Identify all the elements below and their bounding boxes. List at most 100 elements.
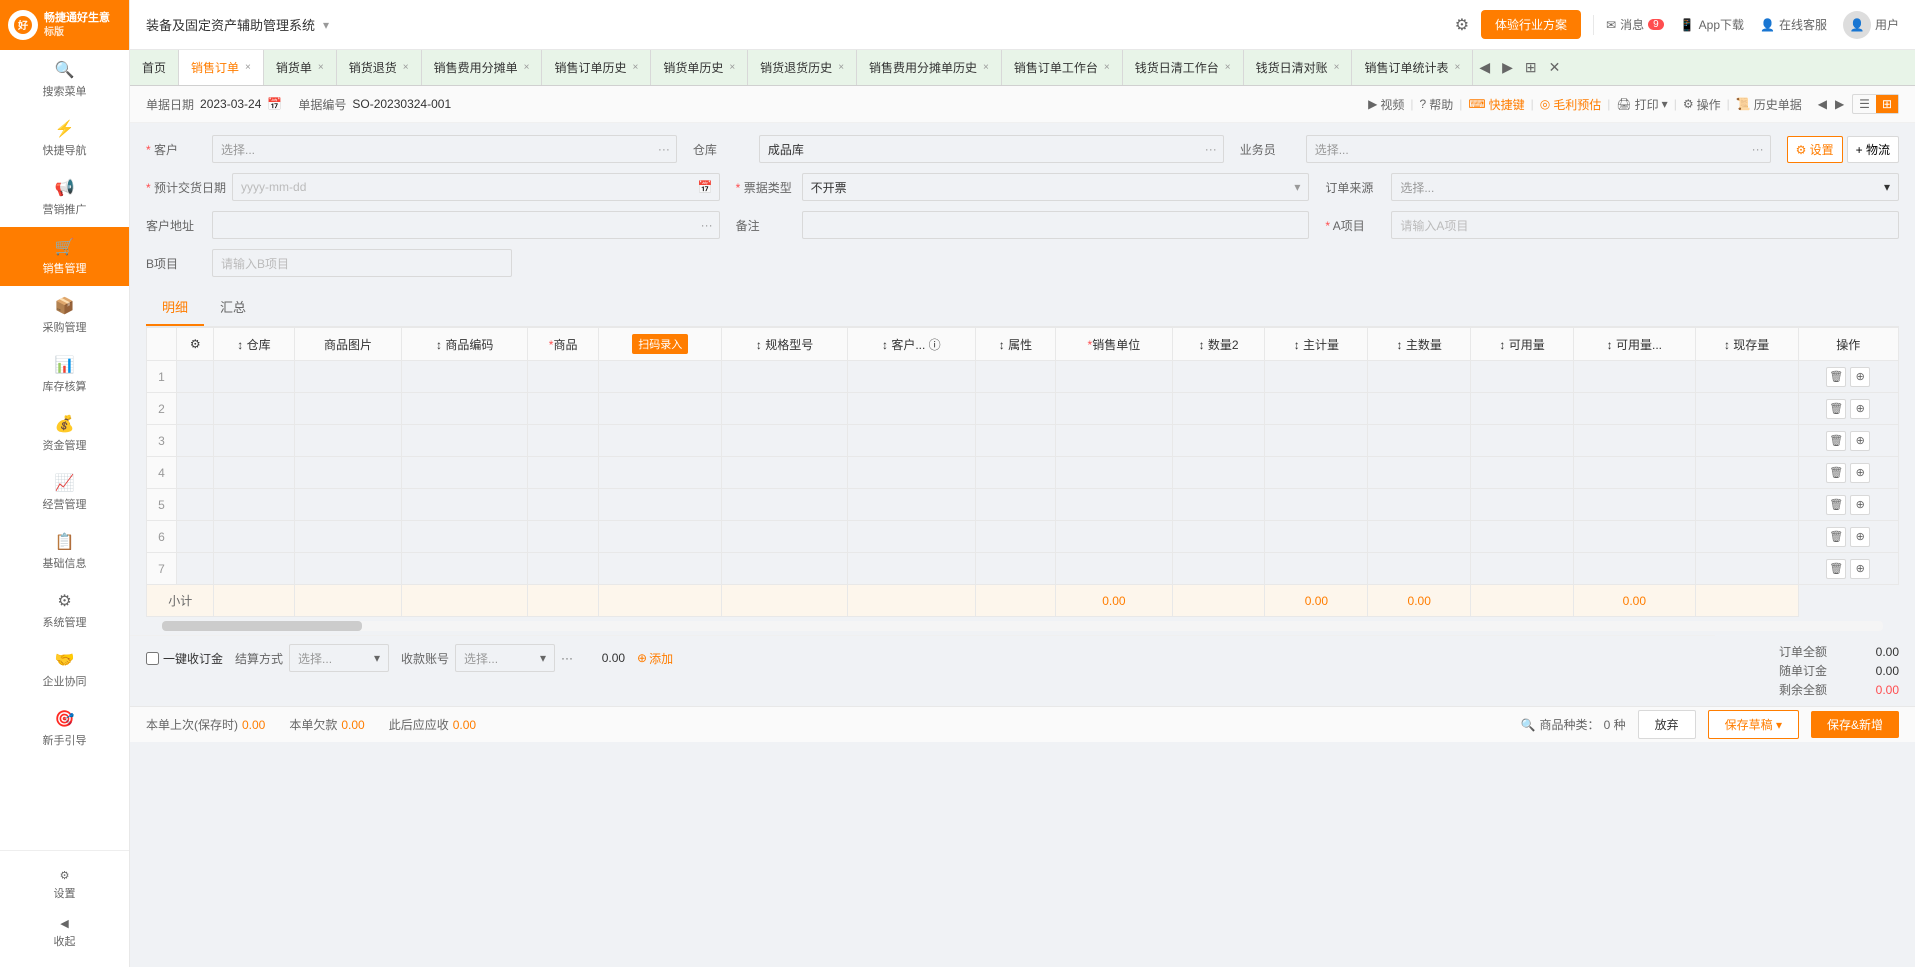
sidebar-item-2[interactable]: 📢营销推广 — [0, 168, 129, 227]
cell-5-2[interactable] — [294, 489, 402, 521]
cell-7-9[interactable] — [1056, 553, 1173, 585]
cell-1-7[interactable] — [847, 361, 975, 393]
add-button[interactable]: ⊕ 添加 — [637, 650, 673, 667]
cell-4-8[interactable] — [975, 457, 1055, 489]
cell-7-14[interactable] — [1573, 553, 1695, 585]
cell-7-3[interactable] — [402, 553, 528, 585]
cell-3-12[interactable] — [1368, 425, 1471, 457]
cell-5-12[interactable] — [1368, 489, 1471, 521]
calendar-icon[interactable]: 📅 — [267, 97, 282, 111]
tab-close-8[interactable]: × — [983, 62, 989, 73]
order-source-select[interactable]: 选择... ▾ — [1391, 173, 1899, 201]
tab-1[interactable]: 销售订单× — [179, 50, 264, 85]
save-new-button[interactable]: 保存&新增 — [1811, 711, 1899, 738]
tab-10[interactable]: 钱货日清工作台× — [1123, 50, 1244, 85]
cell-2-15[interactable] — [1695, 393, 1798, 425]
cell-5-9[interactable] — [1056, 489, 1173, 521]
user-menu-button[interactable]: 👤 用户 — [1843, 11, 1899, 39]
tab-nav-right[interactable]: ▶ — [1496, 50, 1519, 85]
cell-3-13[interactable] — [1471, 425, 1574, 457]
cell-4-11[interactable] — [1265, 457, 1368, 489]
cell-3-15[interactable] — [1695, 425, 1798, 457]
cell-6-2[interactable] — [294, 521, 402, 553]
sidebar-settings[interactable]: ⚙ 设置 — [0, 861, 129, 909]
cell-5-10[interactable] — [1172, 489, 1265, 521]
customer-input[interactable]: 选择... — [212, 135, 677, 163]
th-product[interactable]: *商品 — [527, 328, 598, 361]
tab-2[interactable]: 销货单× — [264, 50, 337, 85]
cell-4-10[interactable] — [1172, 457, 1265, 489]
sidebar-item-1[interactable]: ⚡快捷导航 — [0, 109, 129, 168]
th-scan[interactable]: 扫码录入 — [599, 328, 722, 361]
tab-close-4[interactable]: × — [524, 62, 530, 73]
tab-close-5[interactable]: × — [632, 62, 638, 73]
tab-3[interactable]: 销货退货× — [337, 50, 422, 85]
cell-5-3[interactable] — [402, 489, 528, 521]
cell-3-2[interactable] — [294, 425, 402, 457]
cell-2-5[interactable] — [599, 393, 722, 425]
tab-8[interactable]: 销售费用分摊单历史× — [857, 50, 1002, 85]
cell-6-5[interactable] — [599, 521, 722, 553]
cell-6-13[interactable] — [1471, 521, 1574, 553]
th-code[interactable]: ↕ 商品编码 — [402, 328, 528, 361]
cell-2-12[interactable] — [1368, 393, 1471, 425]
a-project-input[interactable]: 请输入A项目 — [1391, 211, 1899, 239]
date-value[interactable]: 2023-03-24 — [200, 97, 261, 111]
profit-action[interactable]: ◎ 毛利预估 — [1540, 96, 1602, 113]
cell-7-15[interactable] — [1695, 553, 1798, 585]
tab-5[interactable]: 销售订单历史× — [542, 50, 651, 85]
tab-close-6[interactable]: × — [729, 62, 735, 73]
cell-2-3[interactable] — [402, 393, 528, 425]
cell-4-3[interactable] — [402, 457, 528, 489]
cell-5-1[interactable] — [214, 489, 294, 521]
cell-5-8[interactable] — [975, 489, 1055, 521]
video-action[interactable]: ▶ 视频 — [1368, 96, 1404, 113]
copy-row-2[interactable]: ⊕ — [1850, 399, 1870, 419]
cell-5-7[interactable] — [847, 489, 975, 521]
delete-row-6[interactable]: 🗑 — [1826, 527, 1846, 547]
cell-6-1[interactable] — [214, 521, 294, 553]
cell-2-6[interactable] — [722, 393, 848, 425]
cell-7-1[interactable] — [214, 553, 294, 585]
cell-5-4[interactable] — [527, 489, 598, 521]
notes-input[interactable] — [802, 211, 1310, 239]
cell-4-9[interactable] — [1056, 457, 1173, 489]
cell-6-14[interactable] — [1573, 521, 1695, 553]
cell-3-14[interactable] — [1573, 425, 1695, 457]
copy-row-1[interactable]: ⊕ — [1850, 367, 1870, 387]
messages-button[interactable]: ✉ 消息 9 — [1606, 16, 1664, 33]
cell-7-7[interactable] — [847, 553, 975, 585]
cell-5-5[interactable] — [599, 489, 722, 521]
cell-2-14[interactable] — [1573, 393, 1695, 425]
online-support-button[interactable]: 👤 在线客服 — [1760, 16, 1827, 33]
copy-row-6[interactable]: ⊕ — [1850, 527, 1870, 547]
delivery-date-input[interactable]: yyyy-mm-dd 📅 — [232, 173, 720, 201]
cell-2-7[interactable] — [847, 393, 975, 425]
address-input[interactable] — [212, 211, 720, 239]
tab-close-12[interactable]: × — [1454, 62, 1460, 73]
cell-6-3[interactable] — [402, 521, 528, 553]
cell-1-13[interactable] — [1471, 361, 1574, 393]
cell-3-5[interactable] — [599, 425, 722, 457]
cell-1-14[interactable] — [1573, 361, 1695, 393]
tab-close-9[interactable]: × — [1104, 62, 1110, 73]
cell-7-5[interactable] — [599, 553, 722, 585]
th-main-qty[interactable]: ↕ 主数量 — [1368, 328, 1471, 361]
sidebar-collapse[interactable]: ◀ 收起 — [0, 909, 129, 957]
tab-detail[interactable]: 明细 — [146, 289, 204, 326]
tab-close-7[interactable]: × — [838, 62, 844, 73]
app-download-button[interactable]: 📱 App下载 — [1680, 16, 1744, 33]
cell-2-4[interactable] — [527, 393, 598, 425]
tab-9[interactable]: 销售订单工作台× — [1002, 50, 1123, 85]
cell-3-3[interactable] — [402, 425, 528, 457]
cell-4-4[interactable] — [527, 457, 598, 489]
sidebar-item-3[interactable]: 🛒销售管理 — [0, 227, 129, 286]
cell-5-14[interactable] — [1573, 489, 1695, 521]
tab-close-all[interactable]: ✕ — [1543, 50, 1567, 85]
cell-6-4[interactable] — [527, 521, 598, 553]
cell-6-12[interactable] — [1368, 521, 1471, 553]
tab-close-11[interactable]: × — [1334, 62, 1340, 73]
cell-6-0[interactable] — [177, 521, 214, 553]
tab-11[interactable]: 钱货日清对账× — [1244, 50, 1353, 85]
delete-row-3[interactable]: 🗑 — [1826, 431, 1846, 451]
